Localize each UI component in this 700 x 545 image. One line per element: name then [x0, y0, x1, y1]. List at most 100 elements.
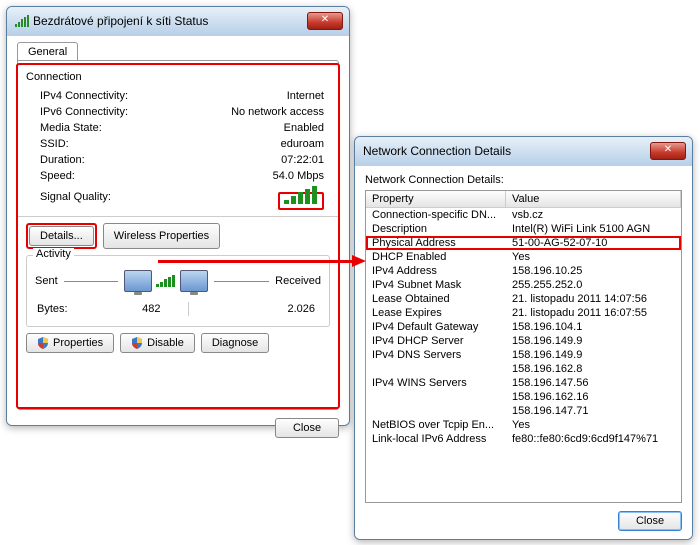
wireless-status-window: Bezdrátové připojení k síti Status ✕ Gen… [6, 6, 350, 426]
table-row[interactable]: 158.196.162.16 [366, 390, 681, 404]
table-row[interactable]: NetBIOS over Tcpip En...Yes [366, 418, 681, 432]
window-body: Network Connection Details: Property Val… [355, 165, 692, 539]
table-row[interactable]: IPv4 DNS Servers158.196.149.9 [366, 348, 681, 362]
label: Duration: [28, 153, 171, 167]
table-row[interactable]: IPv4 DHCP Server158.196.149.9 [366, 334, 681, 348]
table-row[interactable]: Lease Expires21. listopadu 2011 16:07:55 [366, 306, 681, 320]
property-cell: DHCP Enabled [366, 250, 506, 264]
table-row[interactable]: 158.196.147.71 [366, 404, 681, 418]
property-cell [366, 362, 506, 376]
table-row[interactable]: Physical Address51-00-AG-52-07-10 [366, 236, 681, 250]
value-cell: vsb.cz [506, 208, 681, 222]
column-value[interactable]: Value [506, 191, 681, 208]
connection-group-label: Connection [26, 71, 330, 83]
value-cell: 158.196.104.1 [506, 320, 681, 334]
titlebar[interactable]: Network Connection Details ✕ [355, 137, 692, 165]
sent-label: Sent [35, 275, 58, 287]
property-cell: Lease Obtained [366, 292, 506, 306]
property-cell: Description [366, 222, 506, 236]
computer-icon [124, 270, 208, 292]
table-row[interactable]: 158.196.162.8 [366, 362, 681, 376]
value-cell: 255.255.252.0 [506, 278, 681, 292]
close-button[interactable]: Close [275, 418, 339, 438]
properties-label: Properties [53, 337, 103, 349]
table-row[interactable]: DHCP EnabledYes [366, 250, 681, 264]
signal-bars-icon [284, 186, 318, 204]
bytes-label: Bytes: [37, 302, 106, 316]
value-cell: 158.196.162.16 [506, 390, 681, 404]
property-cell: IPv4 DNS Servers [366, 348, 506, 362]
property-cell: IPv4 Default Gateway [366, 320, 506, 334]
wireless-properties-button[interactable]: Wireless Properties [103, 223, 220, 249]
table-row[interactable]: Link-local IPv6 Addressfe80::fe80:6cd9:6… [366, 432, 681, 446]
close-icon[interactable]: ✕ [307, 12, 343, 30]
label: SSID: [28, 137, 171, 151]
label: IPv4 Connectivity: [28, 89, 171, 103]
value: 07:22:01 [173, 153, 328, 167]
label: Media State: [28, 121, 171, 135]
column-property[interactable]: Property [366, 191, 506, 208]
table-row[interactable]: Lease Obtained21. listopadu 2011 14:07:5… [366, 292, 681, 306]
property-cell: NetBIOS over Tcpip En... [366, 418, 506, 432]
value: eduroam [173, 137, 328, 151]
disable-button[interactable]: Disable [120, 333, 195, 353]
table-row[interactable]: DescriptionIntel(R) WiFi Link 5100 AGN [366, 222, 681, 236]
value-cell: 21. listopadu 2011 14:07:56 [506, 292, 681, 306]
value-cell: 21. listopadu 2011 16:07:55 [506, 306, 681, 320]
label: Signal Quality: [28, 185, 171, 208]
label: IPv6 Connectivity: [28, 105, 171, 119]
value-cell: Yes [506, 250, 681, 264]
table-row[interactable]: Connection-specific DN...vsb.cz [366, 208, 681, 222]
value-cell: 158.196.147.56 [506, 376, 681, 390]
property-cell [366, 390, 506, 404]
value-cell: 158.196.149.9 [506, 334, 681, 348]
bytes-received: 2.026 [220, 302, 319, 316]
tab-general[interactable]: General [17, 42, 78, 61]
value-cell: 158.196.147.71 [506, 404, 681, 418]
property-cell: Lease Expires [366, 306, 506, 320]
titlebar[interactable]: Bezdrátové připojení k síti Status ✕ [7, 7, 349, 35]
value-cell: 158.196.162.8 [506, 362, 681, 376]
property-cell: IPv4 WINS Servers [366, 376, 506, 390]
value-cell: 51-00-AG-52-07-10 [506, 236, 681, 250]
table-row[interactable]: IPv4 Default Gateway158.196.104.1 [366, 320, 681, 334]
value: Internet [173, 89, 328, 103]
window-title: Bezdrátové připojení k síti Status [33, 14, 307, 28]
details-listview[interactable]: Property Value Connection-specific DN...… [365, 190, 682, 503]
network-details-window: Network Connection Details ✕ Network Con… [354, 136, 693, 540]
received-label: Received [275, 275, 321, 287]
table-row[interactable]: IPv4 Subnet Mask255.255.252.0 [366, 278, 681, 292]
connection-table: IPv4 Connectivity:Internet IPv6 Connecti… [26, 87, 330, 210]
details-button[interactable]: Details... [29, 226, 94, 246]
value-cell: 158.196.10.25 [506, 264, 681, 278]
diagnose-button[interactable]: Diagnose [201, 333, 269, 353]
close-icon[interactable]: ✕ [650, 142, 686, 160]
shield-icon [131, 337, 143, 349]
details-heading: Network Connection Details: [365, 174, 682, 186]
activity-group: Activity Sent Received Bytes: 482 [26, 255, 330, 327]
property-cell [366, 404, 506, 418]
close-button[interactable]: Close [618, 511, 682, 531]
window-title: Network Connection Details [363, 144, 650, 158]
shield-icon [37, 337, 49, 349]
property-cell: IPv4 Address [366, 264, 506, 278]
label: Speed: [28, 169, 171, 183]
properties-button[interactable]: Properties [26, 333, 114, 353]
property-cell: Link-local IPv6 Address [366, 432, 506, 446]
table-row[interactable]: IPv4 WINS Servers158.196.147.56 [366, 376, 681, 390]
property-cell: IPv4 DHCP Server [366, 334, 506, 348]
value: Enabled [173, 121, 328, 135]
disable-label: Disable [147, 337, 184, 349]
table-row[interactable]: IPv4 Address158.196.10.25 [366, 264, 681, 278]
value-cell: fe80::fe80:6cd9:6cd9f147%71 [506, 432, 681, 446]
value-cell: Intel(R) WiFi Link 5100 AGN [506, 222, 681, 236]
bytes-sent: 482 [108, 302, 186, 316]
property-cell: Physical Address [366, 236, 506, 250]
value-cell: 158.196.149.9 [506, 348, 681, 362]
value-cell: Yes [506, 418, 681, 432]
value: 54.0 Mbps [173, 169, 328, 183]
property-cell: Connection-specific DN... [366, 208, 506, 222]
value: No network access [173, 105, 328, 119]
window-body: General Connection IPv4 Connectivity:Int… [7, 35, 349, 425]
activity-label: Activity [33, 248, 74, 260]
